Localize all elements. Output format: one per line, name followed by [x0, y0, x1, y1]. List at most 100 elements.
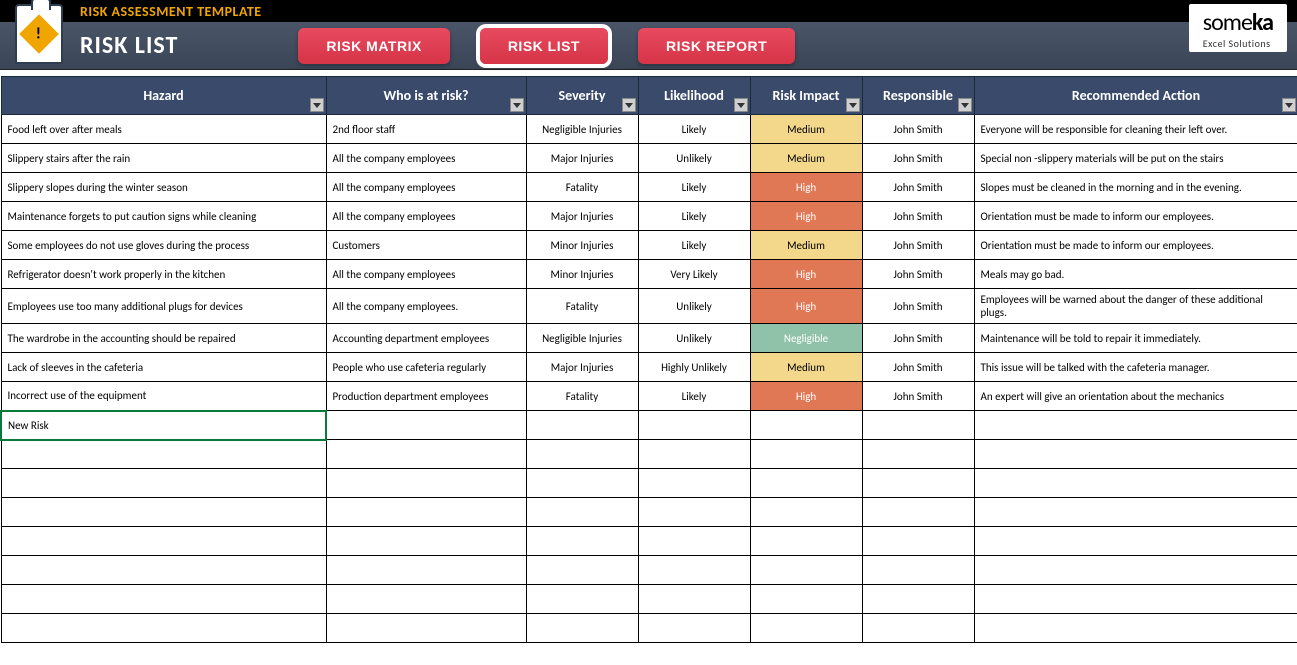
cell-responsible[interactable]: John Smith	[862, 324, 974, 353]
cell-action[interactable]: Meals may go bad.	[974, 260, 1297, 289]
cell-empty[interactable]	[750, 556, 862, 585]
cell-empty[interactable]	[862, 411, 974, 440]
risk-matrix-button[interactable]: RISK MATRIX	[298, 28, 449, 64]
cell-action[interactable]: This issue will be talked with the cafet…	[974, 353, 1297, 382]
cell-empty[interactable]	[526, 469, 638, 498]
cell-severity[interactable]: Major Injuries	[526, 144, 638, 173]
cell-empty[interactable]	[1, 585, 326, 614]
cell-impact[interactable]: Medium	[750, 231, 862, 260]
cell-likelihood[interactable]: Likely	[638, 231, 750, 260]
cell-empty[interactable]	[974, 614, 1297, 643]
cell-empty[interactable]	[526, 527, 638, 556]
cell-likelihood[interactable]: Likely	[638, 202, 750, 231]
cell-severity[interactable]: Minor Injuries	[526, 231, 638, 260]
cell-empty[interactable]	[750, 411, 862, 440]
col-action[interactable]: Recommended Action	[974, 77, 1297, 115]
cell-impact[interactable]: Medium	[750, 353, 862, 382]
cell-empty[interactable]	[974, 440, 1297, 469]
cell-empty[interactable]	[1, 440, 326, 469]
cell-who[interactable]: All the company employees	[326, 144, 526, 173]
cell-empty[interactable]	[862, 469, 974, 498]
cell-hazard[interactable]: Employees use too many additional plugs …	[1, 289, 326, 324]
cell-empty[interactable]	[1, 469, 326, 498]
cell-impact[interactable]: High	[750, 289, 862, 324]
cell-empty[interactable]	[750, 614, 862, 643]
cell-hazard[interactable]: The wardrobe in the accounting should be…	[1, 324, 326, 353]
cell-empty[interactable]	[862, 614, 974, 643]
cell-empty[interactable]	[1, 527, 326, 556]
filter-icon[interactable]	[1282, 98, 1296, 112]
cell-severity[interactable]: Major Injuries	[526, 202, 638, 231]
cell-empty[interactable]	[526, 498, 638, 527]
cell-responsible[interactable]: John Smith	[862, 382, 974, 411]
cell-empty[interactable]	[326, 498, 526, 527]
filter-icon[interactable]	[734, 98, 748, 112]
cell-likelihood[interactable]: Unlikely	[638, 324, 750, 353]
cell-empty[interactable]	[750, 585, 862, 614]
filter-icon[interactable]	[958, 98, 972, 112]
cell-severity[interactable]: Negligible Injuries	[526, 115, 638, 144]
cell-likelihood[interactable]: Unlikely	[638, 144, 750, 173]
col-impact[interactable]: Risk Impact	[750, 77, 862, 115]
cell-empty[interactable]	[750, 498, 862, 527]
cell-who[interactable]: 2nd floor staff	[326, 115, 526, 144]
filter-icon[interactable]	[510, 98, 524, 112]
cell-empty[interactable]	[750, 469, 862, 498]
cell-hazard[interactable]: Slippery slopes during the winter season	[1, 173, 326, 202]
cell-empty[interactable]	[638, 556, 750, 585]
cell-empty[interactable]	[638, 411, 750, 440]
cell-empty[interactable]	[974, 527, 1297, 556]
cell-who[interactable]: All the company employees	[326, 260, 526, 289]
cell-empty[interactable]	[862, 440, 974, 469]
cell-severity[interactable]: Negligible Injuries	[526, 324, 638, 353]
cell-empty[interactable]	[974, 469, 1297, 498]
cell-severity[interactable]: Fatality	[526, 289, 638, 324]
cell-impact[interactable]: Medium	[750, 144, 862, 173]
col-responsible[interactable]: Responsible	[862, 77, 974, 115]
cell-hazard[interactable]: Refrigerator doesn't work properly in th…	[1, 260, 326, 289]
col-severity[interactable]: Severity	[526, 77, 638, 115]
cell-empty[interactable]	[526, 440, 638, 469]
cell-who[interactable]: All the company employees	[326, 173, 526, 202]
risk-list-button[interactable]: RISK LIST	[480, 28, 608, 64]
cell-empty[interactable]	[526, 614, 638, 643]
cell-empty[interactable]	[638, 440, 750, 469]
col-who[interactable]: Who is at risk?	[326, 77, 526, 115]
cell-empty[interactable]	[526, 411, 638, 440]
cell-empty[interactable]	[326, 585, 526, 614]
cell-action[interactable]: Maintenance will be told to repair it im…	[974, 324, 1297, 353]
cell-action[interactable]: Orientation must be made to inform our e…	[974, 231, 1297, 260]
cell-empty[interactable]	[1, 614, 326, 643]
cell-severity[interactable]: Fatality	[526, 382, 638, 411]
cell-impact[interactable]: Medium	[750, 115, 862, 144]
cell-impact[interactable]: High	[750, 382, 862, 411]
cell-empty[interactable]	[326, 527, 526, 556]
cell-action[interactable]: Special non -slippery materials will be …	[974, 144, 1297, 173]
cell-severity[interactable]: Fatality	[526, 173, 638, 202]
filter-icon[interactable]	[622, 98, 636, 112]
cell-responsible[interactable]: John Smith	[862, 231, 974, 260]
cell-empty[interactable]	[326, 614, 526, 643]
cell-who[interactable]: Accounting department employees	[326, 324, 526, 353]
cell-responsible[interactable]: John Smith	[862, 353, 974, 382]
cell-who[interactable]: People who use cafeteria regularly	[326, 353, 526, 382]
cell-empty[interactable]	[862, 527, 974, 556]
cell-action[interactable]: Employees will be warned about the dange…	[974, 289, 1297, 324]
cell-empty[interactable]	[326, 411, 526, 440]
cell-hazard[interactable]: Incorrect use of the equipment	[1, 382, 326, 411]
cell-empty[interactable]	[974, 556, 1297, 585]
cell-hazard[interactable]: Food left over after meals	[1, 115, 326, 144]
cell-impact[interactable]: High	[750, 202, 862, 231]
cell-who[interactable]: All the company employees	[326, 202, 526, 231]
cell-empty[interactable]	[638, 498, 750, 527]
cell-who[interactable]: Production department employees	[326, 382, 526, 411]
cell-empty[interactable]	[974, 498, 1297, 527]
cell-empty[interactable]	[526, 556, 638, 585]
cell-likelihood[interactable]: Unlikely	[638, 289, 750, 324]
cell-likelihood[interactable]: Highly Unlikely	[638, 353, 750, 382]
cell-hazard[interactable]: Slippery stairs after the rain	[1, 144, 326, 173]
cell-responsible[interactable]: John Smith	[862, 115, 974, 144]
cell-impact[interactable]: High	[750, 260, 862, 289]
cell-responsible[interactable]: John Smith	[862, 202, 974, 231]
cell-likelihood[interactable]: Likely	[638, 173, 750, 202]
